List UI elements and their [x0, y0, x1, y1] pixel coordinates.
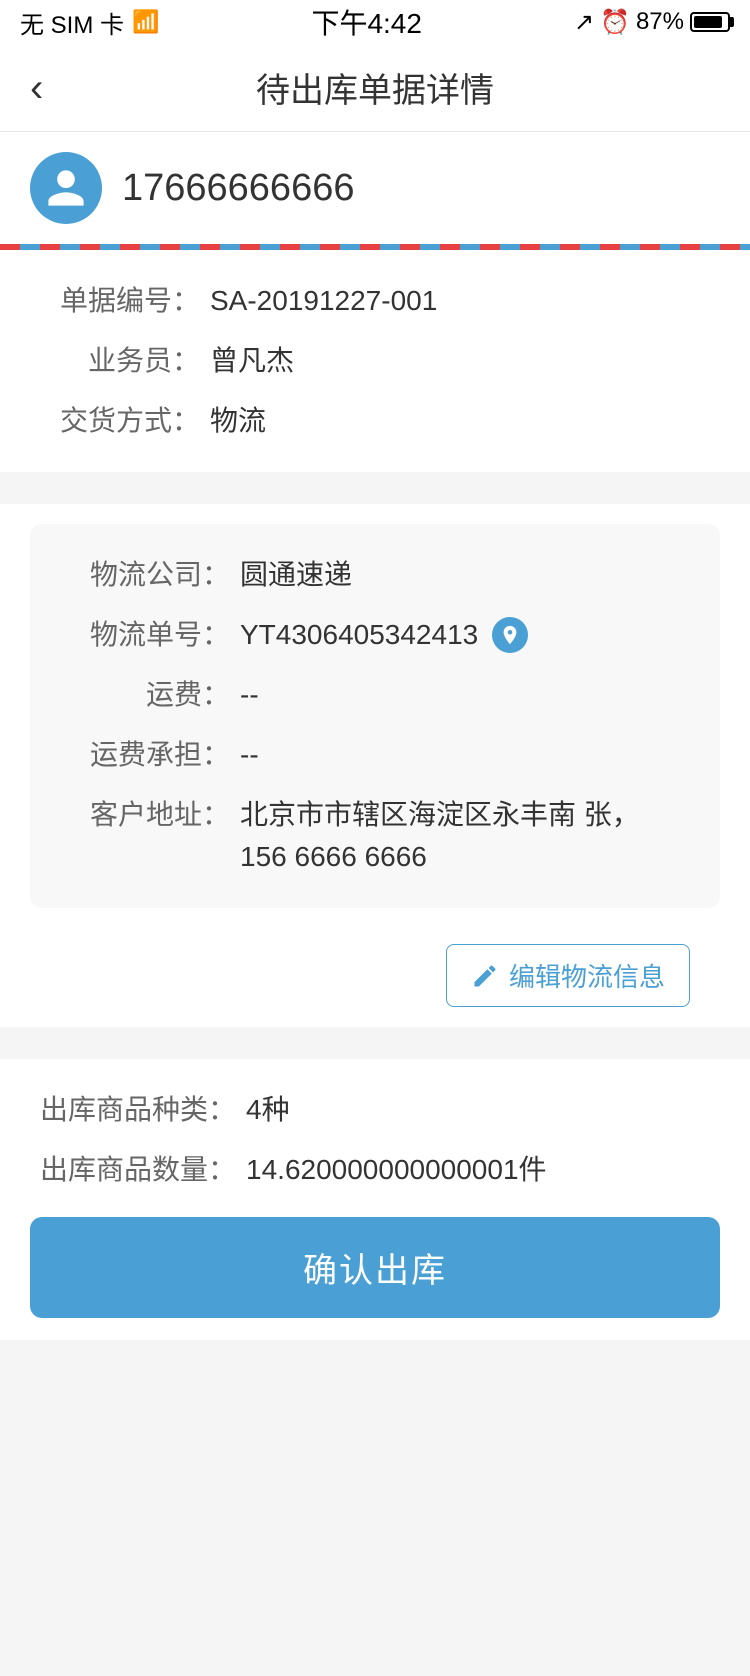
address-value: 北京市市辖区海淀区永丰南 张，156 6666 6666	[240, 794, 680, 878]
nav-bar: ‹ 待出库单据详情	[0, 44, 750, 132]
freight-row: 运费： --	[70, 674, 680, 716]
back-button[interactable]: ‹	[30, 68, 43, 108]
sales-person-label: 业务员：	[40, 340, 200, 382]
edit-icon	[471, 962, 499, 990]
product-types-row: 出库商品种类： 4种	[40, 1089, 710, 1131]
user-phone: 17666666666	[122, 167, 354, 210]
freight-label: 运费：	[70, 674, 230, 716]
document-number-label: 单据编号：	[40, 280, 200, 322]
tracking-number-row: 物流单号： YT43064053424​13	[70, 614, 680, 656]
battery-icon	[690, 12, 730, 32]
status-bar: 无 SIM 卡 📶 下午4:42 ↗ ⏰ 87%	[0, 0, 750, 44]
bottom-spacer	[0, 1356, 750, 1556]
status-time: 下午4:42	[311, 2, 422, 42]
document-number-row: 单据编号： SA-20191227-001	[40, 280, 710, 322]
summary-section: 出库商品种类： 4种 出库商品数量： 14.620000000000001件	[0, 1059, 750, 1221]
confirm-btn-wrapper: 确认出库	[0, 1201, 750, 1334]
sales-person-value: 曾凡杰	[210, 340, 710, 382]
product-quantity-row: 出库商品数量： 14.620000000000001件	[40, 1149, 710, 1191]
separator-1	[0, 488, 750, 504]
tracking-number-label: 物流单号：	[70, 614, 230, 656]
edit-btn-row: 编辑物流信息	[30, 924, 720, 1027]
document-number-value: SA-20191227-001	[210, 280, 710, 322]
product-quantity-label: 出库商品数量：	[40, 1149, 236, 1191]
delivery-method-row: 交货方式： 物流	[40, 400, 710, 442]
product-types-value: 4种	[246, 1089, 710, 1131]
sales-person-row: 业务员： 曾凡杰	[40, 340, 710, 382]
logistics-company-row: 物流公司： 圆通速递	[70, 554, 680, 596]
alarm-icon: ⏰	[600, 8, 630, 37]
person-icon	[44, 166, 88, 210]
tracking-number-value: YT43064053424​13	[240, 614, 680, 656]
battery-text: 87%	[636, 8, 684, 36]
address-label: 客户地址：	[70, 794, 230, 836]
avatar	[30, 152, 102, 224]
map-pin-icon[interactable]	[492, 617, 528, 653]
carrier-text: 无 SIM 卡	[20, 5, 124, 40]
logistics-wrapper: 物流公司： 圆通速递 物流单号： YT43064053424​13 运费： --	[0, 504, 750, 1027]
freight-bearer-value: --	[240, 734, 680, 776]
freight-value: --	[240, 674, 680, 716]
nav-title: 待出库单据详情	[256, 63, 494, 112]
delivery-method-label: 交货方式：	[40, 400, 200, 442]
status-right: ↗ ⏰ 87%	[574, 8, 730, 37]
logistics-company-label: 物流公司：	[70, 554, 230, 596]
product-types-label: 出库商品种类：	[40, 1089, 236, 1131]
location-arrow-icon: ↗	[574, 8, 594, 37]
logistics-company-value: 圆通速递	[240, 554, 680, 596]
wifi-icon: 📶	[132, 9, 159, 35]
logistics-card: 物流公司： 圆通速递 物流单号： YT43064053424​13 运费： --	[30, 524, 720, 908]
edit-logistics-button[interactable]: 编辑物流信息	[446, 944, 690, 1007]
freight-bearer-row: 运费承担： --	[70, 734, 680, 776]
separator-2	[0, 1043, 750, 1059]
product-quantity-value: 14.620000000000001件	[246, 1149, 710, 1191]
freight-bearer-label: 运费承担：	[70, 734, 230, 776]
user-header: 17666666666	[0, 132, 750, 244]
address-row: 客户地址： 北京市市辖区海淀区永丰南 张，156 6666 6666	[70, 794, 680, 878]
delivery-method-value: 物流	[210, 400, 710, 442]
confirm-outbound-button[interactable]: 确认出库	[30, 1217, 720, 1318]
basic-info-section: 单据编号： SA-20191227-001 业务员： 曾凡杰 交货方式： 物流	[0, 250, 750, 472]
status-left: 无 SIM 卡 📶	[20, 5, 159, 40]
